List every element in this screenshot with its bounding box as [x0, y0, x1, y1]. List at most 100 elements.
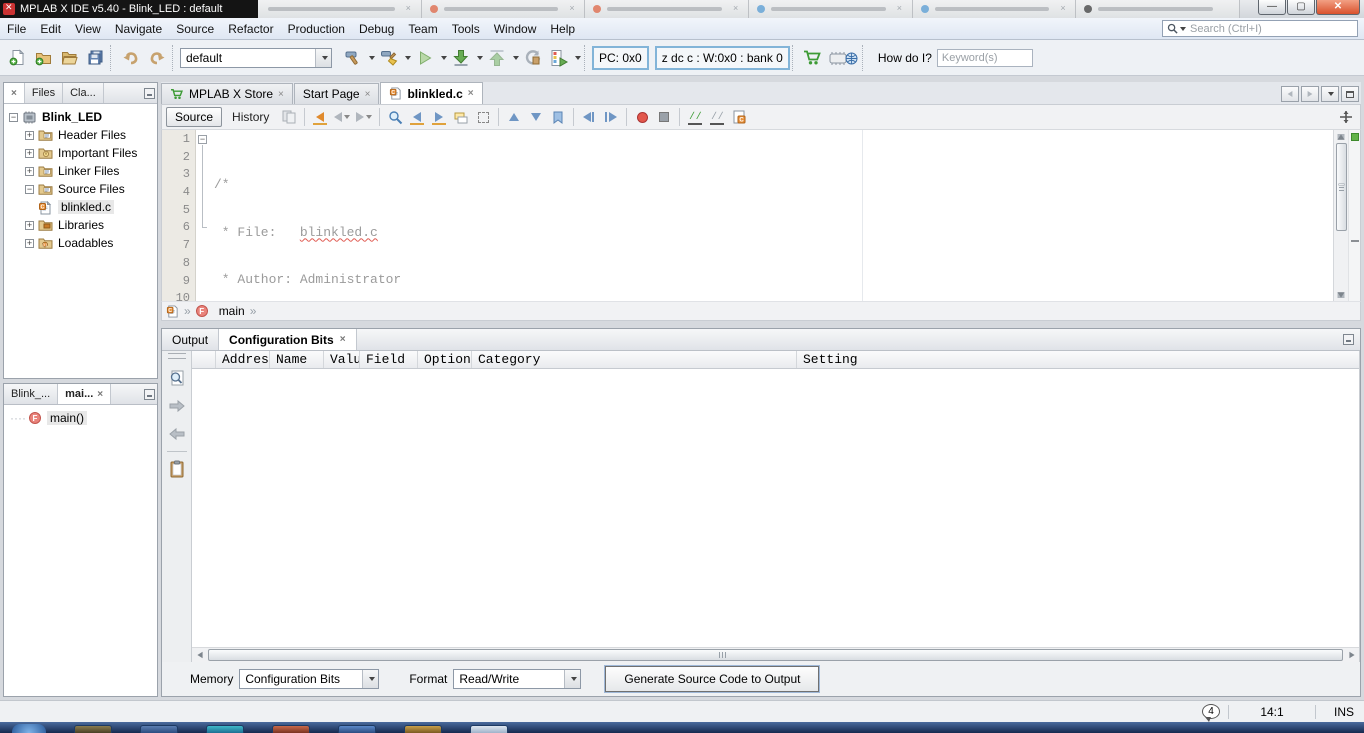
forward-icon[interactable] — [354, 107, 374, 127]
editor-vertical-scrollbar[interactable] — [1333, 130, 1348, 301]
tree-node-linker-files[interactable]: + Linker Files — [6, 162, 155, 180]
stop-macro-recording-icon[interactable] — [654, 107, 674, 127]
column-header[interactable]: Category — [472, 351, 797, 368]
tab-configuration-bits[interactable]: Configuration Bits × — [219, 329, 357, 350]
tab-blinkled-c[interactable]: C blinkled.c × — [380, 82, 483, 104]
back-icon[interactable] — [332, 107, 352, 127]
tree-node-blinkled-file[interactable]: Cblinkled.c — [6, 198, 155, 216]
scroll-tabs-left-button[interactable] — [1281, 86, 1299, 102]
tab-main-navigator[interactable]: mai... × — [58, 384, 112, 404]
collapse-icon[interactable]: − — [25, 184, 34, 194]
drag-handle-icon[interactable] — [167, 353, 186, 359]
format-dropdown[interactable]: Read/Write — [453, 669, 582, 689]
search-scope-caret-icon[interactable] — [1180, 26, 1186, 31]
column-header[interactable]: Option — [418, 351, 472, 368]
tree-node-libraries[interactable]: + Libraries — [6, 216, 155, 234]
search-results-button[interactable] — [166, 367, 188, 389]
tab-blink-led[interactable]: Blink_... — [4, 384, 59, 404]
close-icon[interactable]: × — [97, 389, 103, 400]
history-view-button[interactable]: History — [224, 108, 277, 126]
tree-node-header-files[interactable]: + Header Files — [6, 126, 155, 144]
refresh-debug-tool-button[interactable] — [520, 45, 546, 71]
run-dropdown-caret[interactable] — [438, 45, 448, 71]
comment-icon[interactable]: ∕∕ — [685, 107, 705, 127]
tab-start-page[interactable]: Start Page × — [293, 83, 380, 104]
close-icon[interactable]: × — [468, 88, 474, 99]
menu-file[interactable]: File — [0, 20, 33, 38]
maximize-button[interactable]: ▢ — [1287, 0, 1315, 15]
memory-dropdown[interactable]: Configuration Bits — [239, 669, 380, 689]
horizontal-splitter[interactable] — [161, 321, 1361, 328]
menu-production[interactable]: Production — [281, 20, 352, 38]
new-project-button[interactable] — [30, 45, 56, 71]
tree-node-loadables[interactable]: +01 Loadables — [6, 234, 155, 252]
column-header[interactable]: Field — [360, 351, 418, 368]
read-device-dropdown-caret[interactable] — [510, 45, 520, 71]
expand-icon[interactable]: + — [25, 238, 34, 248]
memory-dropdown-button[interactable] — [362, 670, 379, 688]
menu-source[interactable]: Source — [169, 20, 221, 38]
menu-help[interactable]: Help — [543, 20, 582, 38]
build-project-button[interactable] — [340, 45, 366, 71]
column-header[interactable]: Setting — [797, 351, 1359, 368]
configuration-dropdown-button[interactable] — [315, 48, 331, 67]
breadcrumb-item[interactable]: main — [219, 304, 245, 318]
navigator-item-main[interactable]: ···· F main() — [4, 409, 157, 427]
scroll-right-icon[interactable] — [1344, 648, 1359, 662]
previous-bookmark-icon[interactable] — [504, 107, 524, 127]
find-next-icon[interactable] — [429, 107, 449, 127]
memory-views-dropdown-caret[interactable] — [572, 45, 582, 71]
taskbar-button[interactable] — [338, 725, 376, 733]
toggle-bookmark-icon[interactable] — [548, 107, 568, 127]
taskbar-button[interactable] — [206, 725, 244, 733]
code-fold-column[interactable]: − — [196, 130, 210, 301]
source-view-button[interactable]: Source — [166, 107, 223, 127]
close-icon[interactable]: × — [278, 89, 284, 100]
jump-next-button[interactable] — [166, 395, 188, 417]
expand-icon[interactable]: + — [25, 130, 34, 140]
tree-node-source-files[interactable]: − Source Files — [6, 180, 155, 198]
shift-right-icon[interactable] — [601, 107, 621, 127]
scroll-left-icon[interactable] — [192, 648, 207, 662]
open-project-button[interactable] — [56, 45, 82, 71]
last-edit-position-icon[interactable] — [310, 107, 330, 127]
tree-node-important-files[interactable]: + Important Files — [6, 144, 155, 162]
clean-build-button[interactable] — [376, 45, 402, 71]
table-horizontal-scrollbar[interactable] — [192, 647, 1359, 662]
minimize-panel-button[interactable] — [1340, 329, 1356, 350]
minimize-panel-button[interactable] — [141, 384, 157, 404]
tab-mplab-x-store[interactable]: MPLAB X Store × — [161, 83, 293, 104]
menu-navigate[interactable]: Navigate — [108, 20, 169, 38]
close-icon[interactable]: × — [340, 334, 346, 345]
expand-icon[interactable]: + — [25, 148, 34, 158]
tab-list-dropdown-button[interactable] — [1321, 86, 1339, 102]
taskbar-button[interactable] — [74, 725, 112, 733]
read-device-memory-button[interactable] — [484, 45, 510, 71]
code-editor[interactable]: 1 2 3 4 5 6 7 8 9 10 − /* * File: blinkled.c * Au… — [161, 130, 1361, 301]
rectangular-selection-icon[interactable] — [473, 107, 493, 127]
scrollbar-thumb[interactable] — [208, 649, 1343, 661]
split-editor-icon[interactable] — [1336, 107, 1356, 127]
new-file-button[interactable] — [4, 45, 30, 71]
menu-refactor[interactable]: Refactor — [221, 20, 280, 38]
mplab-store-button[interactable] — [800, 45, 826, 71]
clipboard-button[interactable] — [166, 458, 188, 480]
menu-tools[interactable]: Tools — [445, 20, 487, 38]
taskbar-button[interactable] — [404, 725, 442, 733]
scroll-down-icon[interactable] — [1335, 288, 1348, 301]
redo-button[interactable] — [144, 45, 170, 71]
run-project-button[interactable] — [412, 45, 438, 71]
close-button[interactable]: ✕ — [1316, 0, 1360, 15]
menu-edit[interactable]: Edit — [33, 20, 68, 38]
menu-view[interactable]: View — [68, 20, 108, 38]
column-header[interactable]: Value — [324, 351, 360, 368]
expand-icon[interactable]: + — [25, 166, 34, 176]
make-and-program-device-button[interactable] — [448, 45, 474, 71]
code-area[interactable]: /* * File: blinkled.c * Author: Administ… — [210, 130, 1333, 301]
project-configuration-dropdown[interactable]: default — [180, 47, 332, 68]
minimize-button[interactable]: — — [1258, 0, 1286, 15]
close-icon[interactable]: × — [11, 88, 17, 99]
diff-icon[interactable] — [279, 107, 299, 127]
keyword-input[interactable]: Keyword(s) — [936, 48, 1033, 67]
taskbar-button-active[interactable] — [470, 725, 508, 733]
